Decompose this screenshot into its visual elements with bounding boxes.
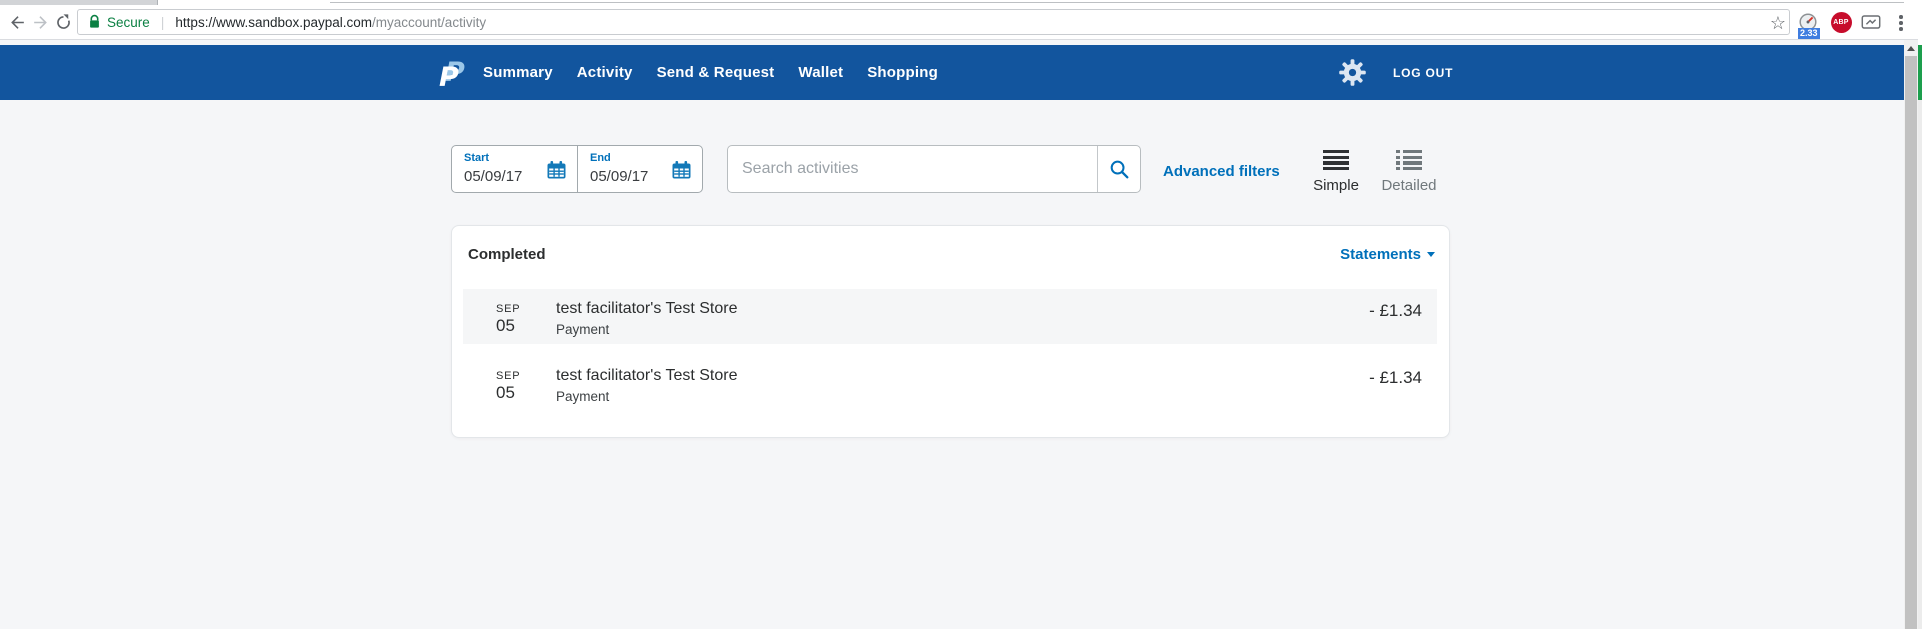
start-calendar-icon[interactable] <box>547 161 566 179</box>
activity-card: Completed Statements SEP 05 test facilit… <box>451 225 1450 438</box>
search-input[interactable] <box>728 146 1097 192</box>
transaction-amount: - £1.34 <box>1369 368 1422 387</box>
view-toggle-simple[interactable]: Simple <box>1310 150 1362 194</box>
abp-label: ABP <box>1830 12 1852 33</box>
detailed-list-icon <box>1396 150 1422 171</box>
transaction-month: SEP <box>496 370 521 382</box>
reload-button[interactable] <box>52 11 75 34</box>
secure-label: Secure <box>107 14 150 30</box>
table-row[interactable]: SEP 05 test facilitator's Test Store Pay… <box>463 356 1437 411</box>
transaction-title: test facilitator's Test Store <box>556 300 738 317</box>
reload-icon <box>57 14 70 29</box>
window-edge <box>1918 100 1922 629</box>
end-calendar-icon[interactable] <box>672 161 691 179</box>
bookmark-star-icon[interactable]: ☆ <box>1766 11 1790 35</box>
section-title: Completed <box>468 246 546 263</box>
screenshot-extension-icon[interactable] <box>1860 11 1884 35</box>
transaction-title: test facilitator's Test Store <box>556 367 738 384</box>
date-range-filter: Start End <box>451 145 703 193</box>
paypal-logo[interactable]: P P <box>436 54 470 92</box>
forward-arrow-icon <box>34 16 47 29</box>
simple-list-icon <box>1323 150 1349 171</box>
edge-green-strip <box>1918 45 1922 100</box>
tab-strip-divider <box>330 2 1904 3</box>
browser-toolbar: Secure | https://www.sandbox.paypal.com/… <box>0 5 1922 40</box>
transaction-day: 05 <box>496 316 515 335</box>
scrollbar-up-arrow[interactable] <box>1904 40 1918 56</box>
nav-item-summary[interactable]: Summary <box>483 64 553 81</box>
back-button[interactable] <box>6 11 29 34</box>
scrollbar-thumb[interactable] <box>1905 56 1917 629</box>
svg-text:P: P <box>439 62 459 92</box>
paypal-navbar: P P Summary Activity Send & Request Wall… <box>0 45 1922 100</box>
transaction-day: 05 <box>496 383 515 402</box>
url-text: https://www.sandbox.paypal.com/myaccount… <box>175 15 486 30</box>
search-icon <box>1110 160 1128 178</box>
url-bar[interactable]: Secure | https://www.sandbox.paypal.com/… <box>77 9 1790 35</box>
advanced-filters-link[interactable]: Advanced filters <box>1163 163 1280 180</box>
statements-label: Statements <box>1340 246 1421 263</box>
settings-gear-icon[interactable] <box>1338 58 1367 87</box>
speedometer-extension-icon[interactable]: 2.33 <box>1797 11 1821 39</box>
adblock-extension-icon[interactable]: ABP <box>1829 11 1853 35</box>
window-edge <box>1918 0 1922 45</box>
nav-item-wallet[interactable]: Wallet <box>798 64 843 81</box>
screen-capture-icon <box>1861 15 1881 29</box>
end-date-field[interactable]: End <box>577 146 702 192</box>
statements-dropdown[interactable]: Statements <box>1340 246 1435 263</box>
end-date-input[interactable] <box>590 168 660 185</box>
search-box <box>727 145 1141 193</box>
back-arrow-icon <box>11 16 24 29</box>
screen: Secure | https://www.sandbox.paypal.com/… <box>0 0 1922 629</box>
view-toggle-detailed[interactable]: Detailed <box>1378 150 1440 194</box>
url-path: /myaccount/activity <box>372 14 487 30</box>
transaction-month: SEP <box>496 303 521 315</box>
start-date-input[interactable] <box>464 168 534 185</box>
url-separator: | <box>160 14 165 30</box>
simple-label: Simple <box>1313 177 1359 195</box>
transaction-type: Payment <box>556 322 610 337</box>
logout-button[interactable]: LOG OUT <box>1393 66 1453 80</box>
extension-badge: 2.33 <box>1798 28 1820 39</box>
transaction-amount: - £1.34 <box>1369 301 1422 320</box>
nav-item-activity[interactable]: Activity <box>577 64 633 81</box>
detailed-label: Detailed <box>1381 177 1437 195</box>
start-date-field[interactable]: Start <box>452 146 577 192</box>
nav-item-send-request[interactable]: Send & Request <box>657 64 775 81</box>
search-button[interactable] <box>1097 146 1140 192</box>
table-row[interactable]: SEP 05 test facilitator's Test Store Pay… <box>463 289 1437 344</box>
lock-icon <box>90 14 99 28</box>
chevron-down-icon <box>1427 252 1435 257</box>
browser-menu-icon[interactable] <box>1896 13 1906 33</box>
transaction-type: Payment <box>556 389 610 404</box>
scrollbar[interactable] <box>1904 40 1918 629</box>
nav-item-shopping[interactable]: Shopping <box>867 64 938 81</box>
url-host: https://www.sandbox.paypal.com <box>175 14 373 30</box>
nav-links: Summary Activity Send & Request Wallet S… <box>483 45 938 100</box>
forward-button[interactable] <box>29 11 52 34</box>
